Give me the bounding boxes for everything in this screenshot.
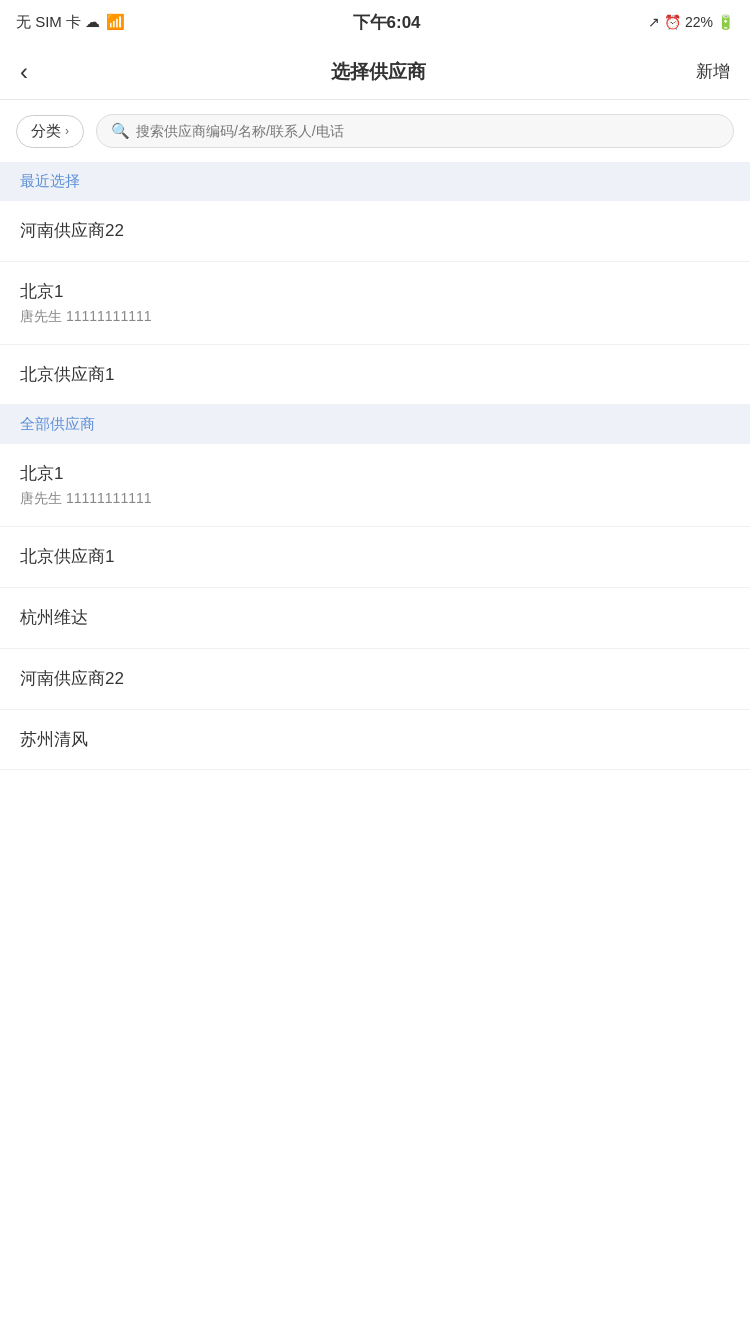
item-name: 北京1 (20, 462, 730, 486)
search-icon: 🔍 (111, 122, 130, 140)
list-item[interactable]: 北京供应商1 (0, 345, 750, 406)
battery-level: 22% (685, 14, 713, 30)
item-name: 北京1 (20, 280, 730, 304)
all-items-list: 北京1 唐先生 11111111111 北京供应商1 杭州维达 河南供应商22 … (0, 444, 750, 770)
status-bar: 无 SIM 卡 ☁ 📶 下午6:04 ↗ ⏰ 22% 🔋 (0, 0, 750, 44)
search-box[interactable]: 🔍 (96, 114, 734, 148)
list-item[interactable]: 北京供应商1 (0, 527, 750, 588)
item-name: 苏州清风 (20, 728, 730, 752)
sim-status: 无 SIM 卡 ☁ (16, 13, 100, 32)
add-button[interactable]: 新增 (696, 60, 730, 83)
nav-bar: ‹ 选择供应商 新增 (0, 44, 750, 100)
recent-section-label: 最近选择 (20, 172, 80, 189)
status-time: 下午6:04 (353, 11, 421, 34)
status-left: 无 SIM 卡 ☁ 📶 (16, 13, 125, 32)
back-button[interactable]: ‹ (20, 58, 60, 86)
item-name: 杭州维达 (20, 606, 730, 630)
recent-items-list: 河南供应商22 北京1 唐先生 11111111111 北京供应商1 (0, 201, 750, 405)
item-name: 河南供应商22 (20, 667, 730, 691)
item-sub: 唐先生 11111111111 (20, 490, 730, 508)
chevron-right-icon: › (65, 124, 69, 138)
all-section-label: 全部供应商 (20, 415, 95, 432)
list-item[interactable]: 北京1 唐先生 11111111111 (0, 444, 750, 527)
battery-icon: 🔋 (717, 14, 734, 30)
list-item[interactable]: 苏州清风 (0, 710, 750, 771)
alarm-icon: ⏰ (664, 14, 681, 30)
item-name: 北京供应商1 (20, 545, 730, 569)
filter-bar: 分类 › 🔍 (0, 100, 750, 162)
search-input[interactable] (136, 123, 719, 139)
item-sub: 唐先生 11111111111 (20, 308, 730, 326)
status-right: ↗ ⏰ 22% 🔋 (648, 14, 734, 30)
category-label: 分类 (31, 122, 61, 141)
item-name: 河南供应商22 (20, 219, 730, 243)
recent-section-header: 最近选择 (0, 162, 750, 201)
list-item[interactable]: 杭州维达 (0, 588, 750, 649)
page-title: 选择供应商 (331, 59, 426, 85)
all-section-header: 全部供应商 (0, 405, 750, 444)
list-item[interactable]: 北京1 唐先生 11111111111 (0, 262, 750, 345)
wifi-icon: 📶 (106, 13, 125, 31)
item-name: 北京供应商1 (20, 363, 730, 387)
list-item[interactable]: 河南供应商22 (0, 201, 750, 262)
category-button[interactable]: 分类 › (16, 115, 84, 148)
location-icon: ↗ (648, 14, 660, 30)
list-item[interactable]: 河南供应商22 (0, 649, 750, 710)
